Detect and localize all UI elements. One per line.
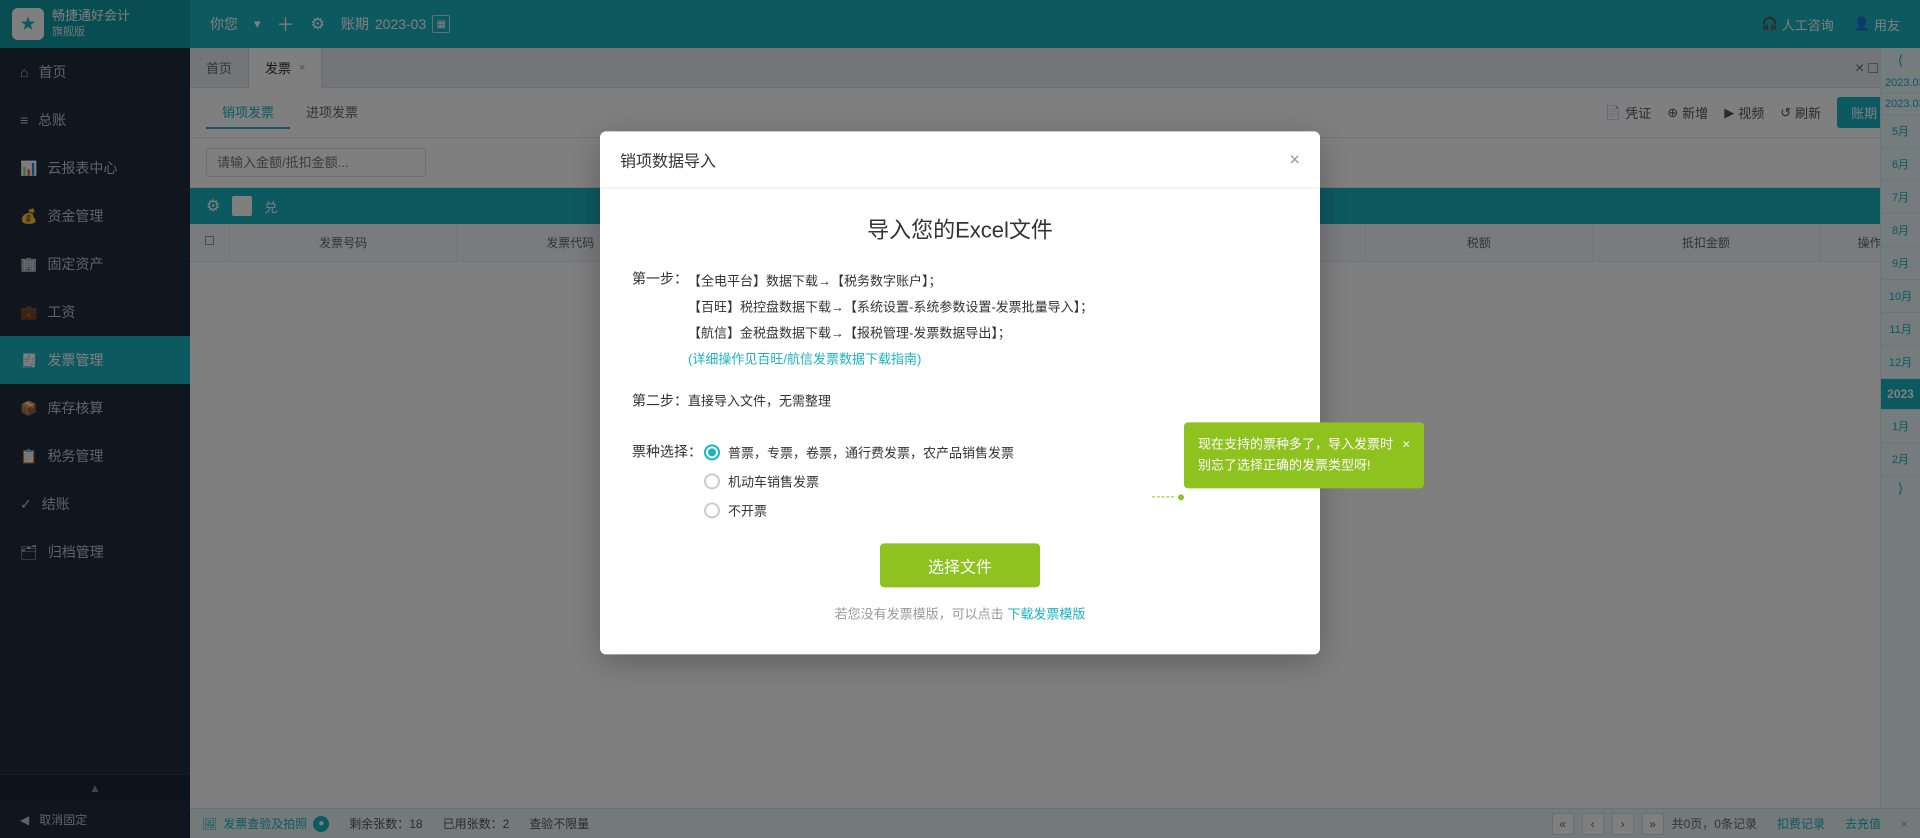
modal-main-title: 导入您的Excel文件: [632, 212, 1288, 244]
step2-label: 第二步：: [632, 390, 688, 410]
modal-title: 销项数据导入: [620, 147, 716, 171]
step2-content: 直接导入文件，无需整理: [688, 388, 831, 414]
radio-circle-2[interactable]: [704, 473, 720, 489]
radio-option-3[interactable]: 不开票: [704, 500, 1014, 519]
modal-header: 销项数据导入 ×: [600, 131, 1320, 188]
import-modal: 销项数据导入 × 导入您的Excel文件 第一步： 【全电平台】数据下载→【税务…: [600, 131, 1320, 654]
step1-label: 第一步：: [632, 268, 688, 364]
step1-line3: 【航信】金税盘数据下载→【报税管理-发票数据导出】；: [688, 320, 1093, 346]
step1-section: 第一步： 【全电平台】数据下载→【税务数字账户】； 【百旺】税控盘数据下载→【系…: [632, 268, 1288, 372]
select-file-button[interactable]: 选择文件: [880, 543, 1040, 587]
download-template-link[interactable]: 下载发票模版: [1007, 606, 1085, 621]
modal-body: 导入您的Excel文件 第一步： 【全电平台】数据下载→【税务数字账户】； 【百…: [600, 188, 1320, 654]
radio-group: 普票，专票，卷票，通行费发票，农产品销售发票 机动车销售发票 不开票 × 现在支…: [704, 442, 1014, 519]
radio-option-2[interactable]: 机动车销售发票: [704, 471, 1014, 490]
step2-section: 第二步： 直接导入文件，无需整理: [632, 388, 1288, 418]
ticket-select-label: 票种选择：: [632, 441, 704, 461]
step2-row: 第二步： 直接导入文件，无需整理: [632, 388, 1288, 418]
tooltip-box: × 现在支持的票种多了，导入发票时别忘了选择正确的发票类型呀!: [1184, 422, 1424, 488]
step1-line2: 【百旺】税控盘数据下载→【系统设置-系统参数设置-发票批量导入】；: [688, 294, 1093, 320]
tooltip-text: 现在支持的票种多了，导入发票时别忘了选择正确的发票类型呀!: [1198, 436, 1393, 472]
tooltip-connector-line: [1152, 496, 1174, 497]
tooltip-connector-dot: [1176, 492, 1186, 502]
radio-option-1[interactable]: 普票，专票，卷票，通行费发票，农产品销售发票: [704, 442, 1014, 461]
ticket-select-row: 票种选择： 普票，专票，卷票，通行费发票，农产品销售发票 机动车销售发票: [632, 434, 1288, 519]
tooltip-close-button[interactable]: ×: [1402, 434, 1410, 455]
step1-line1: 【全电平台】数据下载→【税务数字账户】；: [688, 268, 1093, 294]
guide-link[interactable]: (详细操作见百旺/航信发票数据下载指南): [688, 351, 921, 366]
step1-row: 第一步： 【全电平台】数据下载→【税务数字账户】； 【百旺】税控盘数据下载→【系…: [632, 268, 1288, 372]
radio-label-2: 机动车销售发票: [728, 471, 819, 490]
radio-dot-1: [708, 448, 716, 456]
radio-circle-1[interactable]: [704, 444, 720, 460]
step1-content: 【全电平台】数据下载→【税务数字账户】； 【百旺】税控盘数据下载→【系统设置-系…: [688, 268, 1093, 372]
step1-link[interactable]: (详细操作见百旺/航信发票数据下载指南): [688, 346, 1093, 372]
radio-circle-3[interactable]: [704, 502, 720, 518]
radio-label-1: 普票，专票，卷票，通行费发票，农产品销售发票: [728, 442, 1014, 461]
ticket-select: 票种选择： 普票，专票，卷票，通行费发票，农产品销售发票 机动车销售发票: [632, 434, 1288, 519]
modal-close-button[interactable]: ×: [1289, 149, 1300, 170]
radio-label-3: 不开票: [728, 500, 767, 519]
template-note: 若您没有发票模版，可以点击 下载发票模版: [632, 603, 1288, 622]
